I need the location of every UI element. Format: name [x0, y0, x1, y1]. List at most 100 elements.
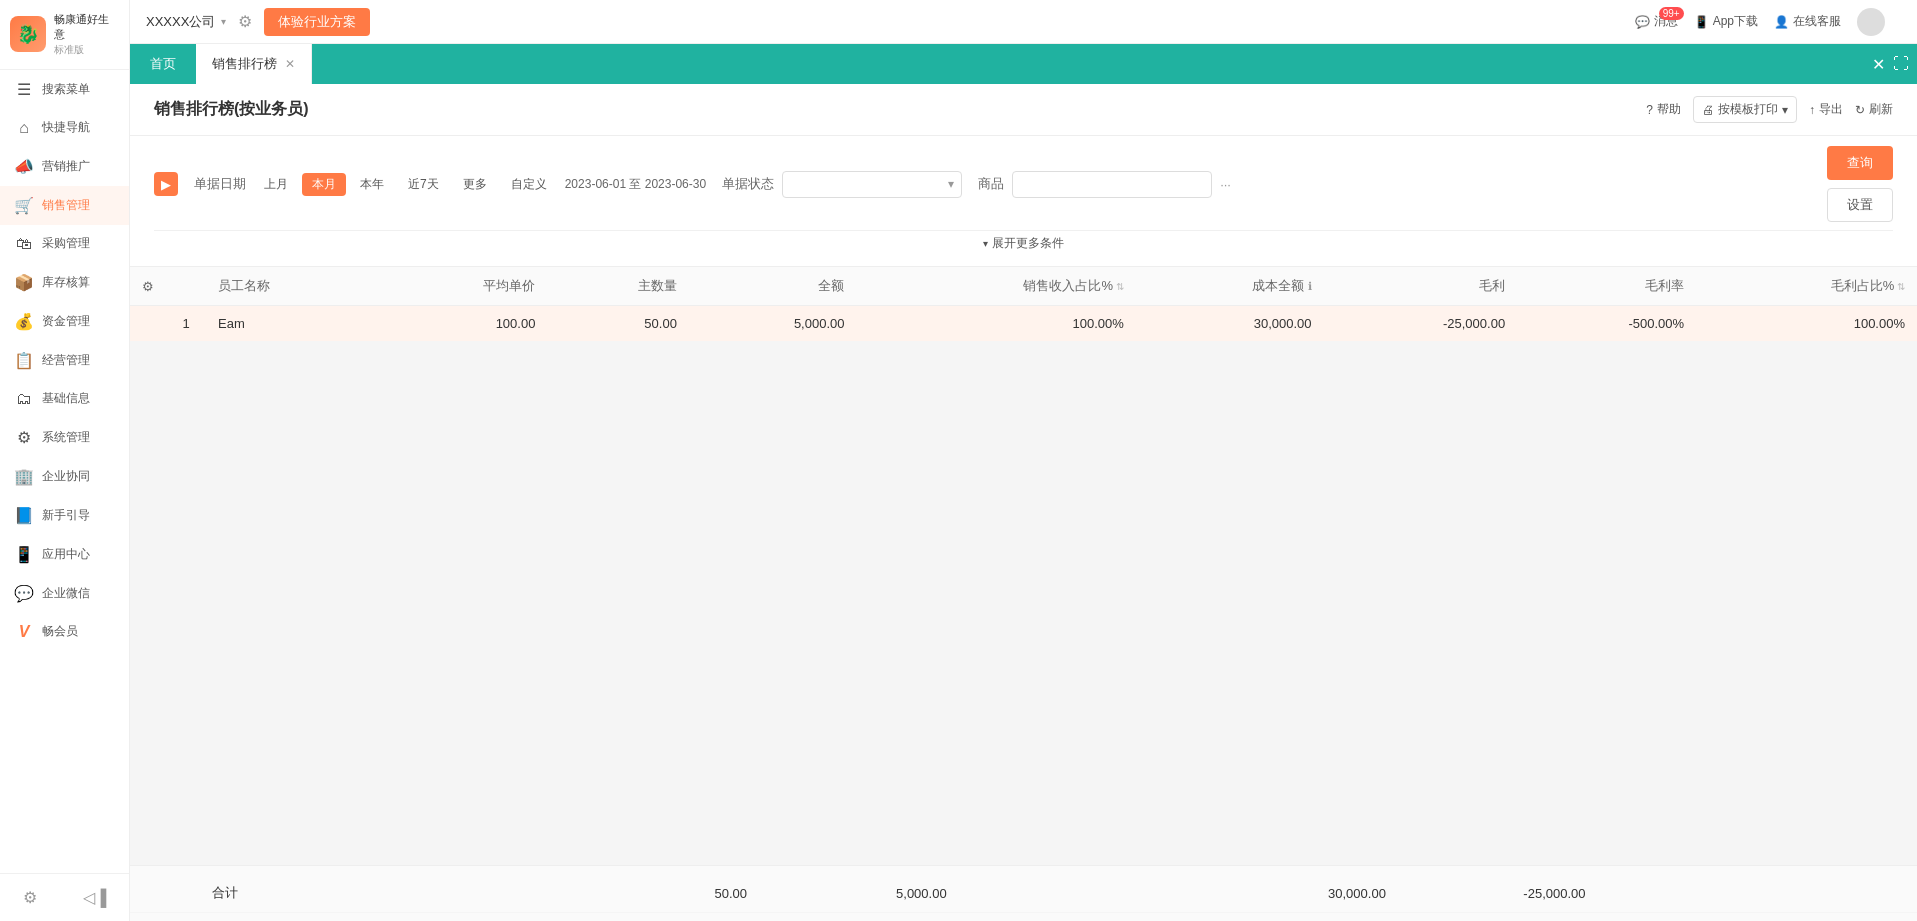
sidebar-label-nav: 快捷导航	[42, 119, 90, 136]
sales-rank-tab[interactable]: 销售排行榜 ✕	[196, 44, 312, 84]
finance-icon: 💰	[14, 312, 34, 331]
this-year-tab[interactable]: 本年	[350, 173, 394, 196]
sidebar-label-basic: 基础信息	[42, 390, 90, 407]
company-selector[interactable]: XXXXX公司 ▾	[146, 13, 226, 31]
message-icon: 💬	[1635, 15, 1650, 29]
message-btn[interactable]: 💬 消息 99+	[1635, 13, 1678, 30]
trial-button[interactable]: 体验行业方案	[264, 8, 370, 36]
service-label: 在线客服	[1793, 13, 1841, 30]
sidebar-label-member: 畅会员	[42, 623, 78, 640]
last-month-tab[interactable]: 上月	[254, 173, 298, 196]
footer-table: 合计 50.00 5,000.00 30,000.00 -25,000.00	[130, 874, 1917, 913]
footer-cost: 30,000.00	[1198, 874, 1398, 913]
sidebar-item-inventory[interactable]: 📦 库存核算	[0, 263, 129, 302]
sidebar-item-guide[interactable]: 📘 新手引导	[0, 496, 129, 535]
sidebar-item-finance[interactable]: 💰 资金管理	[0, 302, 129, 341]
sidebar-item-sys-mgmt[interactable]: ⚙ 系统管理	[0, 418, 129, 457]
expand-conditions-btn[interactable]: ▾ 展开更多条件	[154, 230, 1893, 256]
home-tab-label: 首页	[150, 55, 176, 73]
window-close-icon[interactable]: ✕	[1872, 55, 1885, 74]
service-btn[interactable]: 👤 在线客服	[1774, 13, 1841, 30]
sidebar-label-sys: 系统管理	[42, 429, 90, 446]
row-rank-0: 1	[166, 306, 206, 342]
export-icon: ↑	[1809, 103, 1815, 117]
tab-close-icon[interactable]: ✕	[285, 57, 295, 71]
table-row: 1 Eam 100.00 50.00 5,000.00 100.00% 30,0…	[130, 306, 1917, 342]
sidebar-settings-btn[interactable]: ⚙	[15, 884, 45, 911]
search-order-icon: ☰	[14, 80, 34, 99]
sidebar-item-search-order[interactable]: ☰ 搜索菜单	[0, 70, 129, 109]
sidebar-item-purchase[interactable]: 🛍 采购管理	[0, 225, 129, 263]
sidebar-item-marketing[interactable]: 📣 营销推广	[0, 147, 129, 186]
last7days-tab[interactable]: 近7天	[398, 173, 449, 196]
avatar[interactable]	[1857, 8, 1885, 36]
page-header-actions: ? 帮助 🖨 按模板打印 ▾ ↑ 导出 ↻ 刷新	[1646, 96, 1893, 123]
print-button[interactable]: 🖨 按模板打印 ▾	[1693, 96, 1797, 123]
window-restore-icon[interactable]: ⛶	[1893, 55, 1909, 73]
col-employee-name: 员工名称	[206, 267, 377, 306]
sidebar-label-search: 搜索菜单	[42, 81, 90, 98]
sidebar-item-quick-nav[interactable]: ⌂ 快捷导航	[0, 109, 129, 147]
home-tab[interactable]: 首页	[130, 44, 196, 84]
guide-icon: 📘	[14, 506, 34, 525]
logo-icon: 🐉	[10, 16, 46, 52]
col-profit-ratio[interactable]: 毛利占比%	[1696, 267, 1917, 306]
wechat-icon: 💬	[14, 584, 34, 603]
footer-quantity: 50.00	[599, 874, 759, 913]
col-sales-ratio[interactable]: 销售收入占比%	[856, 267, 1135, 306]
this-month-tab[interactable]: 本月	[302, 173, 346, 196]
sidebar-label-operations: 经营管理	[42, 352, 90, 369]
app-label: App下载	[1713, 13, 1758, 30]
sidebar-item-member[interactable]: V 畅会员	[0, 613, 129, 651]
sidebar-item-enterprise[interactable]: 🏢 企业协同	[0, 457, 129, 496]
col-amount: 全额	[689, 267, 857, 306]
col-settings[interactable]: ⚙	[130, 267, 166, 306]
sidebar-item-operations[interactable]: 📋 经营管理	[0, 341, 129, 380]
col-profit: 毛利	[1324, 267, 1518, 306]
app-icon: 📱	[1694, 15, 1709, 29]
print-icon: 🖨	[1702, 103, 1714, 117]
status-filter: 单据状态	[722, 171, 962, 198]
refresh-button[interactable]: ↻ 刷新	[1855, 101, 1893, 118]
topbar-settings-icon[interactable]: ⚙	[238, 12, 252, 31]
sidebar-item-wechat[interactable]: 💬 企业微信	[0, 574, 129, 613]
expand-icon: ▾	[983, 238, 988, 249]
footer-row: 合计 50.00 5,000.00 30,000.00 -25,000.00	[130, 874, 1917, 913]
sidebar-item-app-center[interactable]: 📱 应用中心	[0, 535, 129, 574]
goods-input[interactable]	[1012, 171, 1212, 198]
print-dropdown-icon: ▾	[1782, 103, 1788, 117]
date-tabs: 上月 本月 本年 近7天 更多 自定义	[254, 173, 557, 196]
marketing-icon: 📣	[14, 157, 34, 176]
date-label: 单据日期	[194, 175, 246, 193]
status-select[interactable]	[782, 171, 962, 198]
export-button[interactable]: ↑ 导出	[1809, 101, 1843, 118]
row-profit-0: -25,000.00	[1324, 306, 1518, 342]
service-icon: 👤	[1774, 15, 1789, 29]
filter-row: ▶ 单据日期 上月 本月 本年 近7天 更多 自定义 2023-06-01 至 …	[154, 146, 1893, 222]
page-header: 销售排行榜(按业务员) ? 帮助 🖨 按模板打印 ▾ ↑ 导出 ↻ 刷新	[130, 84, 1917, 136]
company-dropdown-icon: ▾	[221, 16, 226, 27]
message-badge: 99+	[1659, 7, 1684, 20]
row-sales-ratio-0: 100.00%	[856, 306, 1135, 342]
sidebar-collapse-btn[interactable]: ◁▐	[75, 884, 114, 911]
sidebar-label-guide: 新手引导	[42, 507, 90, 524]
sidebar-item-basic-info[interactable]: 🗂 基础信息	[0, 380, 129, 418]
content-area: 销售排行榜(按业务员) ? 帮助 🖨 按模板打印 ▾ ↑ 导出 ↻ 刷新	[130, 84, 1917, 921]
refresh-icon: ↻	[1855, 103, 1865, 117]
custom-date-tab[interactable]: 自定义	[501, 173, 557, 196]
help-button[interactable]: ? 帮助	[1646, 101, 1681, 118]
col-cost: 成本全额 ℹ	[1136, 267, 1324, 306]
row-cost-0: 30,000.00	[1136, 306, 1324, 342]
more-date-tab[interactable]: 更多	[453, 173, 497, 196]
footer-amount: 5,000.00	[759, 874, 959, 913]
app-center-icon: 📱	[14, 545, 34, 564]
query-button[interactable]: 查询	[1827, 146, 1893, 180]
app-download-btn[interactable]: 📱 App下载	[1694, 13, 1758, 30]
status-label: 单据状态	[722, 175, 774, 193]
sidebar: 🐉 畅康通好生意 标准版 ☰ 搜索菜单 ⌂ 快捷导航 📣 营销推广 🛒 销售管理…	[0, 0, 130, 921]
filter-toggle-btn[interactable]: ▶	[154, 172, 178, 196]
sidebar-item-sales[interactable]: 🛒 销售管理	[0, 186, 129, 225]
settings-button[interactable]: 设置	[1827, 188, 1893, 222]
sidebar-label-app: 应用中心	[42, 546, 90, 563]
goods-dots-icon[interactable]: ···	[1220, 177, 1231, 192]
